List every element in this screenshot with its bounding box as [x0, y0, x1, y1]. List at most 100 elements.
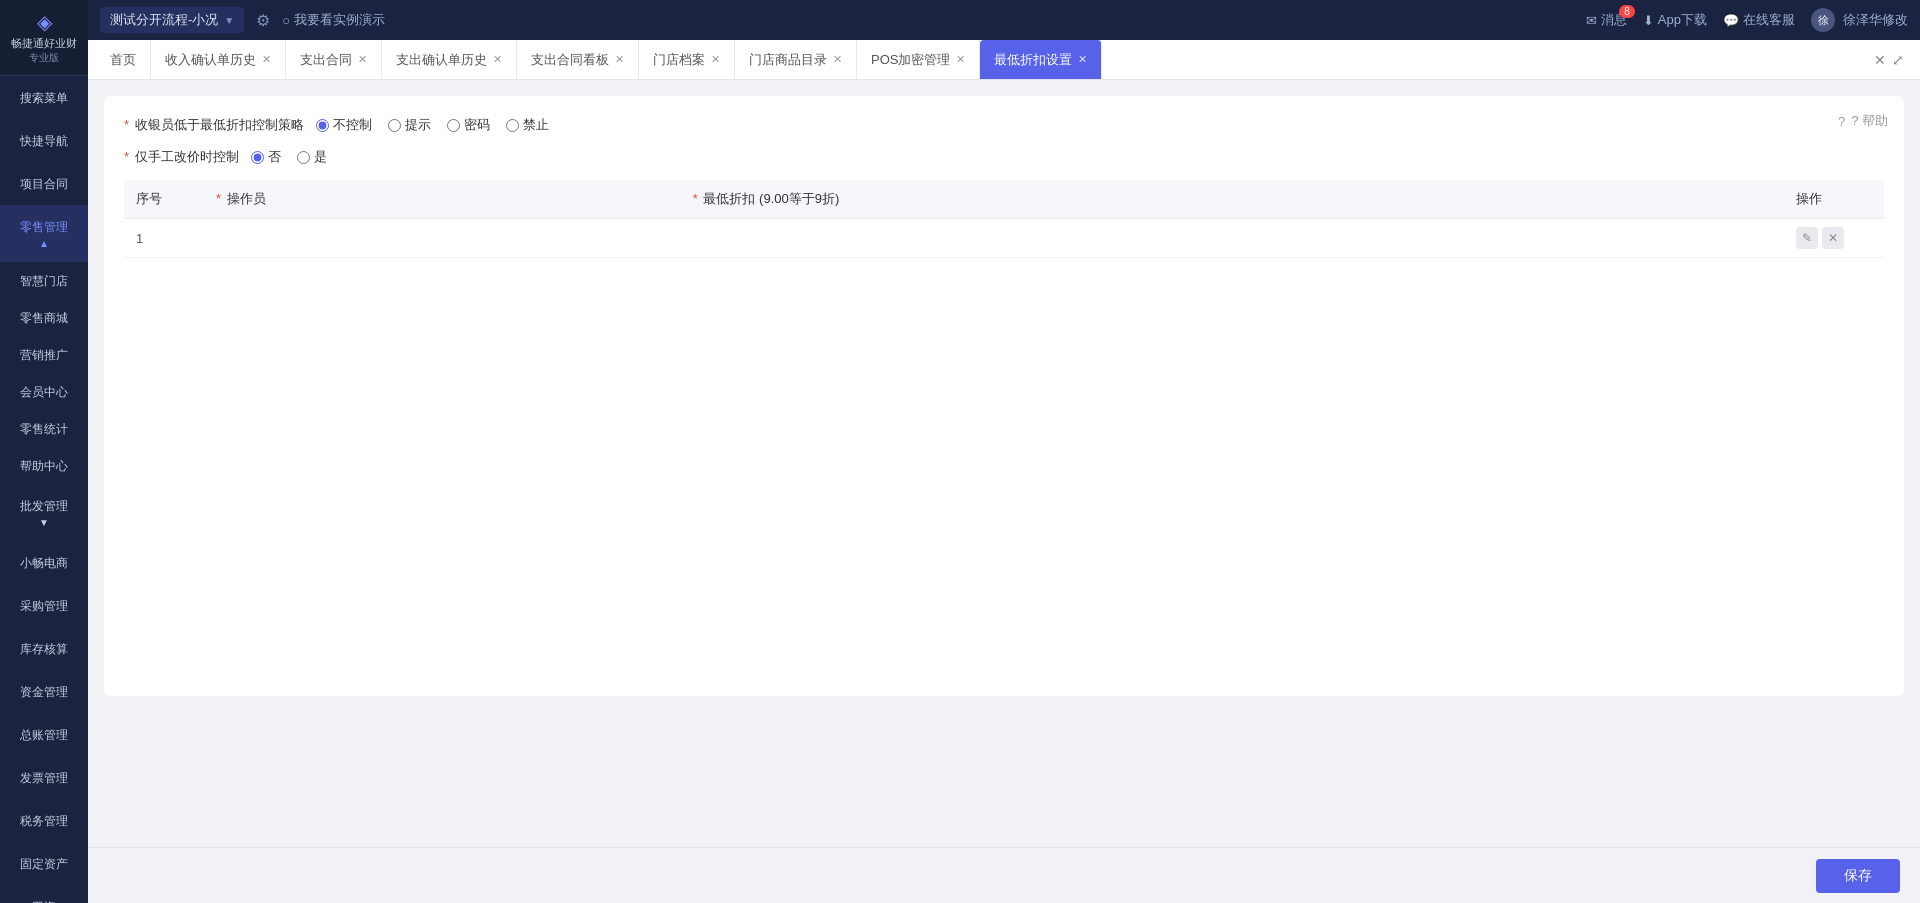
sidebar-item-retail-mall[interactable]: 零售商城 — [0, 299, 88, 336]
tabbar-end: ✕ ⤢ — [1866, 52, 1912, 68]
col-seq: 序号 — [124, 180, 204, 219]
sidebar-item-project[interactable]: 项目合同 — [0, 162, 88, 205]
tab-store-file[interactable]: 门店档案 ✕ — [639, 40, 735, 80]
tab-store-catalog-close[interactable]: ✕ — [833, 53, 842, 66]
field1-radio-group: 不控制 提示 密码 禁止 — [316, 116, 549, 134]
sidebar-item-member[interactable]: 会员中心 — [0, 373, 88, 410]
field1-option-no-control[interactable]: 不控制 — [316, 116, 372, 134]
topbar-left: 测试分开流程-小况 ▼ ⚙ ○ 我要看实例演示 — [100, 7, 1570, 34]
download-icon: ⬇ — [1643, 13, 1654, 28]
tab-store-catalog[interactable]: 门店商品目录 ✕ — [735, 40, 857, 80]
tab-payment-board-close[interactable]: ✕ — [615, 53, 624, 66]
tab-payment-confirm-close[interactable]: ✕ — [493, 53, 502, 66]
cell-operator-1 — [204, 219, 681, 258]
sidebar-item-search[interactable]: 搜索菜单 — [0, 76, 88, 119]
tabbar: 首页 收入确认单历史 ✕ 支出合同 ✕ 支出确认单历史 ✕ 支出合同看板 ✕ 门… — [88, 40, 1920, 80]
online-service-button[interactable]: 💬 在线客服 — [1723, 11, 1795, 29]
service-icon: 💬 — [1723, 13, 1739, 28]
field2-option-yes[interactable]: 是 — [297, 148, 327, 166]
help-icon: ? — [1838, 114, 1845, 129]
form-row-discount-strategy: * 收银员低于最低折扣控制策略 不控制 提示 密码 — [124, 116, 1884, 134]
sidebar-item-invoice[interactable]: 发票管理 — [0, 756, 88, 799]
form-row-manual-price: * 仅手工改价时控制 否 是 — [124, 148, 1884, 166]
sidebar-item-purchase[interactable]: 采购管理 — [0, 584, 88, 627]
wholesale-expand-icon: ▼ — [39, 517, 49, 528]
row-actions: ✎ ✕ — [1796, 227, 1872, 249]
field2-radio-group: 否 是 — [251, 148, 327, 166]
table-row: 1 ✎ ✕ — [124, 219, 1884, 258]
main-area: 测试分开流程-小况 ▼ ⚙ ○ 我要看实例演示 ✉ 消息 8 ⬇ App下载 � — [88, 0, 1920, 903]
sidebar-item-ecommerce[interactable]: 小畅电商 — [0, 541, 88, 584]
sidebar-item-smart-store[interactable]: 智慧门店 — [0, 262, 88, 299]
col-actions: 操作 — [1784, 180, 1884, 219]
user-menu-button[interactable]: 徐 徐泽华修改 — [1811, 8, 1908, 32]
sidebar-item-capital[interactable]: 资金管理 — [0, 670, 88, 713]
tab-payment-board[interactable]: 支出合同看板 ✕ — [517, 40, 639, 80]
topbar-settings-button[interactable]: ⚙ — [252, 7, 274, 34]
tab-pos-password-close[interactable]: ✕ — [956, 53, 965, 66]
tab-min-discount[interactable]: 最低折扣设置 ✕ — [980, 40, 1102, 80]
tab-payment-contract[interactable]: 支出合同 ✕ — [286, 40, 382, 80]
sidebar-item-fixed-assets[interactable]: 固定资产 — [0, 842, 88, 885]
cell-min-discount-1 — [681, 219, 1784, 258]
topbar-settings-icon: ⚙ — [256, 12, 270, 29]
delete-row-button[interactable]: ✕ — [1822, 227, 1844, 249]
sidebar-item-shortcut[interactable]: 快捷导航 — [0, 119, 88, 162]
save-button[interactable]: 保存 — [1816, 859, 1900, 893]
content-card: ? ? 帮助 * 收银员低于最低折扣控制策略 不控制 提示 — [104, 96, 1904, 696]
discount-table: 序号 * 操作员 * 最低折扣 (9.00等于9折) 操作 — [124, 180, 1884, 258]
table-container: 序号 * 操作员 * 最低折扣 (9.00等于9折) 操作 — [124, 180, 1884, 258]
app-download-button[interactable]: ⬇ App下载 — [1643, 11, 1707, 29]
sidebar: ◈ 畅捷通好业财 专业版 搜索菜单 快捷导航 项目合同 零售管理 ▲ 智慧门店 … — [0, 0, 88, 903]
logo-text-line2: 专业版 — [0, 51, 88, 65]
tab-income-confirm-close[interactable]: ✕ — [262, 53, 271, 66]
demo-circle-icon: ○ — [282, 13, 290, 28]
app-logo[interactable]: ◈ 畅捷通好业财 专业版 — [0, 0, 88, 76]
tab-income-confirm[interactable]: 收入确认单历史 ✕ — [151, 40, 286, 80]
logo-text-line1: 畅捷通好业财 — [0, 36, 88, 51]
project-selector[interactable]: 测试分开流程-小况 ▼ — [100, 7, 244, 33]
sidebar-item-marketing[interactable]: 营销推广 — [0, 336, 88, 373]
field2-option-no[interactable]: 否 — [251, 148, 281, 166]
table-header: 序号 * 操作员 * 最低折扣 (9.00等于9折) 操作 — [124, 180, 1884, 219]
sidebar-item-retail-stat[interactable]: 零售统计 — [0, 410, 88, 447]
tab-pos-password[interactable]: POS加密管理 ✕ — [857, 40, 980, 80]
sidebar-item-salary[interactable]: 工资 — [0, 885, 88, 903]
field1-option-forbid[interactable]: 禁止 — [506, 116, 549, 134]
bottom-bar: 保存 — [88, 847, 1920, 903]
tab-payment-contract-close[interactable]: ✕ — [358, 53, 367, 66]
sidebar-item-inventory[interactable]: 库存核算 — [0, 627, 88, 670]
sidebar-item-tax[interactable]: 税务管理 — [0, 799, 88, 842]
demo-link[interactable]: ○ 我要看实例演示 — [282, 11, 385, 29]
tab-store-file-close[interactable]: ✕ — [711, 53, 720, 66]
edit-row-button[interactable]: ✎ — [1796, 227, 1818, 249]
col-operator: * 操作员 — [204, 180, 681, 219]
cell-seq-1: 1 — [124, 219, 204, 258]
sidebar-item-retail[interactable]: 零售管理 ▲ — [0, 205, 88, 262]
content-area: ? ? 帮助 * 收银员低于最低折扣控制策略 不控制 提示 — [88, 80, 1920, 847]
project-name: 测试分开流程-小况 — [110, 11, 218, 29]
field2-label: * 仅手工改价时控制 — [124, 148, 239, 166]
field1-option-password[interactable]: 密码 — [447, 116, 490, 134]
sidebar-item-ledger[interactable]: 总账管理 — [0, 713, 88, 756]
field1-option-hint[interactable]: 提示 — [388, 116, 431, 134]
user-avatar: 徐 — [1811, 8, 1835, 32]
tab-payment-confirm[interactable]: 支出确认单历史 ✕ — [382, 40, 517, 80]
tab-close-all-button[interactable]: ✕ — [1874, 52, 1886, 68]
project-chevron-icon: ▼ — [224, 15, 234, 26]
sidebar-item-help-center[interactable]: 帮助中心 — [0, 447, 88, 484]
tab-expand-button[interactable]: ⤢ — [1892, 52, 1904, 68]
col-min-discount: * 最低折扣 (9.00等于9折) — [681, 180, 1784, 219]
help-button[interactable]: ? ? 帮助 — [1838, 112, 1888, 130]
topbar-right: ✉ 消息 8 ⬇ App下载 💬 在线客服 徐 徐泽华修改 — [1586, 8, 1908, 32]
message-badge: 8 — [1619, 5, 1635, 18]
sidebar-item-wholesale[interactable]: 批发管理 ▼ — [0, 484, 88, 541]
table-body: 1 ✎ ✕ — [124, 219, 1884, 258]
field1-label: * 收银员低于最低折扣控制策略 — [124, 116, 304, 134]
tab-home[interactable]: 首页 — [96, 40, 151, 80]
message-icon: ✉ — [1586, 13, 1597, 28]
tab-min-discount-close[interactable]: ✕ — [1078, 53, 1087, 66]
message-button[interactable]: ✉ 消息 8 — [1586, 11, 1627, 29]
logo-icon: ◈ — [0, 10, 88, 34]
cell-actions-1: ✎ ✕ — [1784, 219, 1884, 258]
